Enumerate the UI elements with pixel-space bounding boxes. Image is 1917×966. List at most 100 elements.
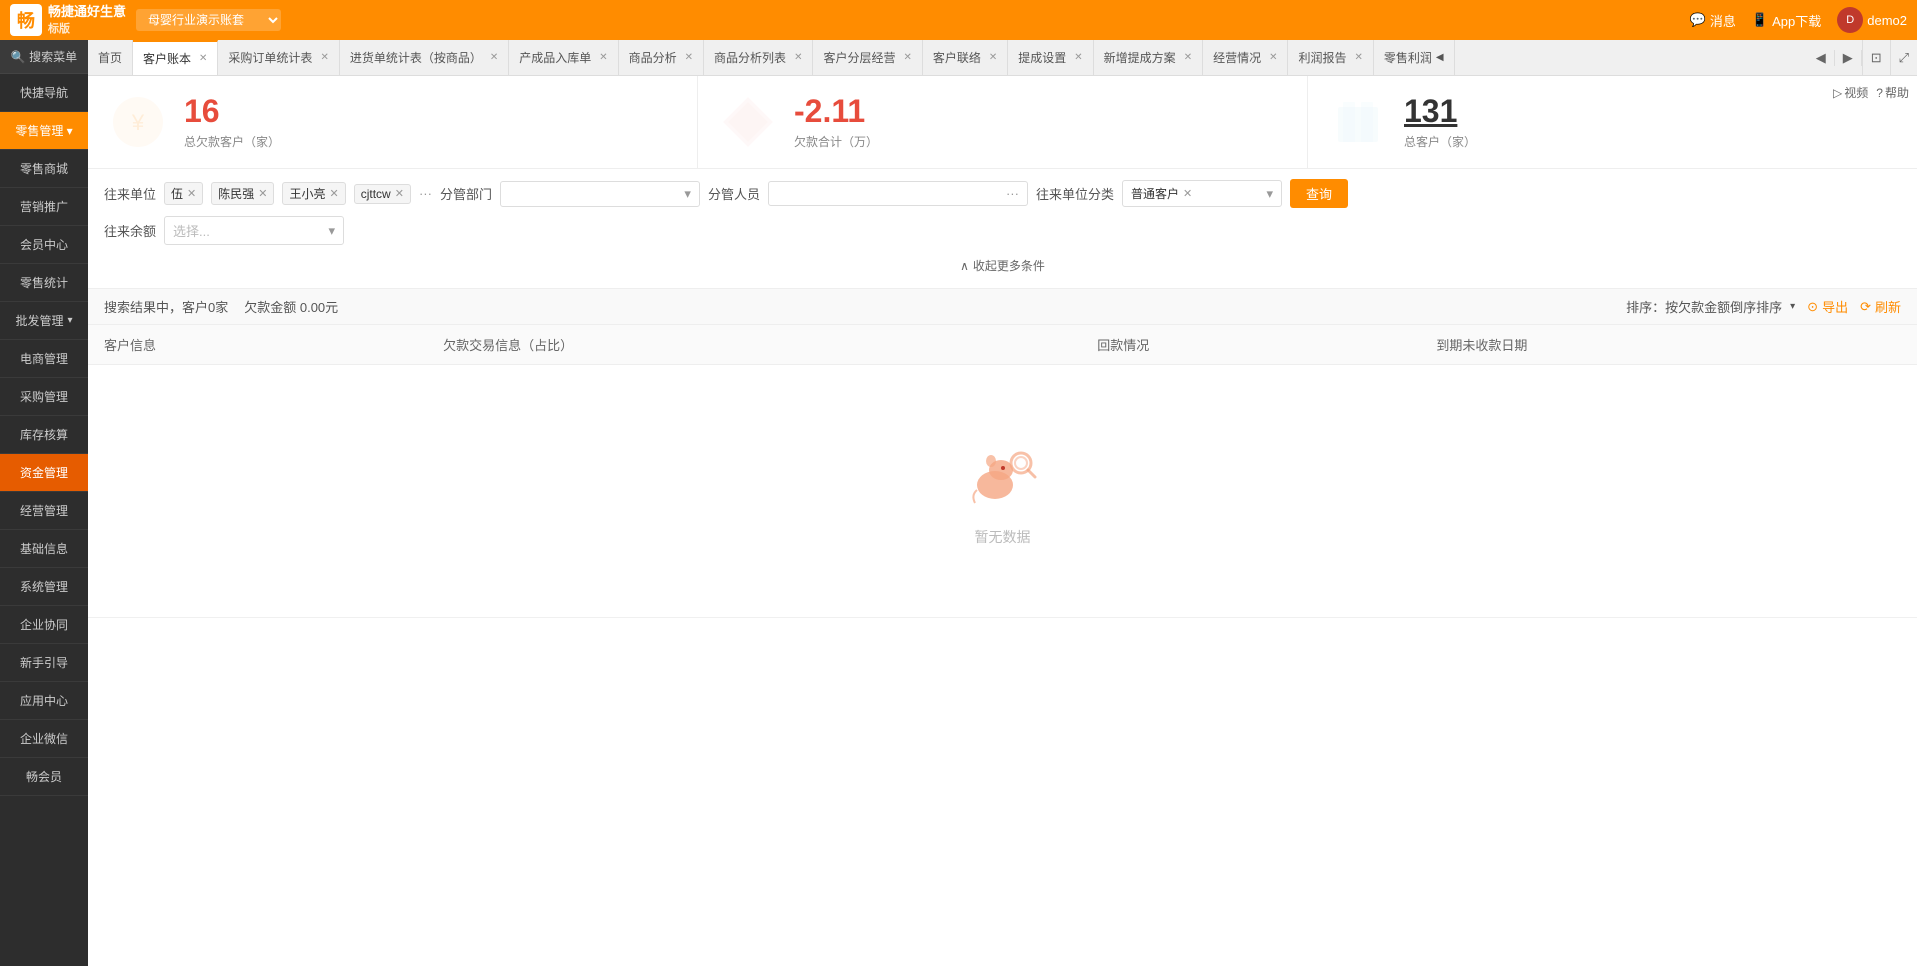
refresh-btn[interactable]: ⟳ 刷新 — [1860, 297, 1901, 316]
sidebar-item-basic-info[interactable]: 基础信息 — [0, 530, 88, 568]
coins-icon: ¥ — [108, 92, 168, 152]
tab-purchase-order[interactable]: 采购订单统计表 ✕ — [218, 40, 339, 75]
tab-fullscreen-btn[interactable]: ⤢ — [1890, 40, 1917, 75]
sort-select[interactable]: 排序：按欠款金额倒序排序 ▾ — [1626, 297, 1795, 316]
sidebar-item-finance[interactable]: 资金管理 — [0, 454, 88, 492]
app-download-btn[interactable]: 📱 App下载 — [1752, 11, 1821, 30]
help-btn[interactable]: ? 帮助 — [1876, 84, 1909, 101]
tab-goods-analysis[interactable]: 商品分析 ✕ — [619, 40, 704, 75]
sidebar-search[interactable]: 🔍 搜索菜单 — [0, 40, 88, 74]
tab-close-profit[interactable]: ✕ — [1355, 52, 1363, 63]
sidebar-item-batch[interactable]: 批发管理▾ — [0, 302, 88, 340]
message-btn[interactable]: 💬 消息 — [1690, 11, 1736, 30]
balance-select[interactable]: 选择... ▾ — [164, 216, 344, 245]
user-btn[interactable]: D demo2 — [1837, 7, 1907, 33]
diamond-icon — [718, 92, 778, 152]
tab-close-production[interactable]: ✕ — [599, 52, 607, 63]
sidebar-item-guide[interactable]: 新手引导 — [0, 644, 88, 682]
tab-retail-profit[interactable]: 零售利润 ◀ — [1374, 40, 1455, 75]
tab-profit-report[interactable]: 利润报告 ✕ — [1288, 40, 1373, 75]
sidebar-item-retail-stats[interactable]: 零售统计 — [0, 264, 88, 302]
tab-close-add-promote[interactable]: ✕ — [1184, 52, 1192, 63]
tab-customer-tier[interactable]: 客户分层经营 ✕ — [813, 40, 922, 75]
app-label: App下载 — [1772, 11, 1821, 30]
remove-wang-btn[interactable]: ✕ — [330, 187, 339, 200]
search-result-label: 搜索结果中，客户0家 — [104, 297, 228, 316]
tab-close-customer-tier[interactable]: ✕ — [903, 52, 911, 63]
sidebar-item-member[interactable]: 会员中心 — [0, 226, 88, 264]
tab-goods-list[interactable]: 商品分析列表 ✕ — [704, 40, 813, 75]
sidebar-item-app-center[interactable]: 应用中心 — [0, 682, 88, 720]
unit-type-arrow-icon: ▾ — [1266, 186, 1273, 202]
sidebar-item-marketing[interactable]: 营销推广 — [0, 188, 88, 226]
tab-close-goods-receipt[interactable]: ✕ — [490, 52, 498, 63]
balance-arrow-icon: ▾ — [328, 223, 335, 239]
person-dots-icon[interactable]: ··· — [1006, 186, 1019, 201]
remove-wu-btn[interactable]: ✕ — [187, 187, 196, 200]
remove-ordinary-btn[interactable]: ✕ — [1183, 187, 1192, 200]
collapse-btn[interactable]: ∧ 收起更多条件 — [952, 253, 1053, 278]
sort-label: 排序：按欠款金额倒序排序 — [1626, 297, 1782, 316]
tab-close-goods-analysis[interactable]: ✕ — [685, 52, 693, 63]
sidebar-item-enterprise[interactable]: 企业协同 — [0, 606, 88, 644]
filter-row-2: 往来余额 选择... ▾ — [104, 216, 1901, 245]
remove-cjttcw-btn[interactable]: ✕ — [395, 187, 404, 200]
sidebar-item-system[interactable]: 系统管理 — [0, 568, 88, 606]
stat-label-customers: 总欠款客户（家） — [184, 133, 280, 150]
tab-close-contact[interactable]: ✕ — [989, 52, 997, 63]
tab-close-goods-list[interactable]: ✕ — [794, 52, 802, 63]
empty-row: 暂无数据 — [88, 365, 1917, 618]
tab-close-operations[interactable]: ✕ — [1269, 52, 1277, 63]
logo-sub: 标版 — [48, 20, 126, 36]
empty-text: 暂无数据 — [975, 527, 1031, 547]
account-dropdown[interactable]: 母婴行业演示账套 — [136, 9, 281, 31]
tab-accounts-receivable[interactable]: 客户账本 ✕ — [133, 40, 218, 75]
data-table: 客户信息 欠款交易信息（占比） 回款情况 到期未收款日期 — [88, 325, 1917, 618]
stat-all-customers: 131 总客户（家） — [1308, 76, 1917, 168]
tab-close-accounts[interactable]: ✕ — [199, 53, 207, 64]
tab-prev-btn[interactable]: ◀ — [1808, 50, 1835, 66]
person-input[interactable]: ··· — [768, 181, 1028, 206]
unit-type-select[interactable]: 普通客户 ✕ ▾ — [1122, 180, 1282, 207]
stat-value-all: 131 — [1404, 94, 1476, 129]
video-help-btn[interactable]: ▷ 视频 — [1833, 84, 1868, 101]
tab-home-label: 首页 — [98, 49, 122, 66]
dept-arrow-icon: ▾ — [684, 186, 691, 202]
logo: 畅 畅捷通好生意 标版 — [10, 4, 126, 36]
sidebar-search-label: 搜索菜单 — [29, 50, 77, 64]
tab-home[interactable]: 首页 — [88, 40, 133, 75]
tab-actions: ◀ ▶ ⊡ ⤢ — [1808, 40, 1917, 75]
sidebar-item-retail-mall[interactable]: 零售商城 — [0, 150, 88, 188]
tab-restore-btn[interactable]: ⊡ — [1862, 40, 1890, 75]
remove-chen-btn[interactable]: ✕ — [258, 187, 267, 200]
sidebar-item-retail-mgmt[interactable]: 零售管理 ▾ — [0, 112, 88, 150]
sidebar-item-purchase[interactable]: 采购管理 — [0, 378, 88, 416]
sidebar-item-ecommerce[interactable]: 电商管理 — [0, 340, 88, 378]
sidebar-item-vip[interactable]: 畅会员 — [0, 758, 88, 796]
sidebar-item-quicknav[interactable]: 快捷导航 — [0, 74, 88, 112]
search-btn[interactable]: 查询 — [1290, 179, 1348, 208]
sidebar-item-operations[interactable]: 经营管理 — [0, 492, 88, 530]
tab-next-btn[interactable]: ▶ — [1835, 50, 1862, 66]
tab-promote-settings[interactable]: 提成设置 ✕ — [1008, 40, 1093, 75]
filter-more-btn[interactable]: ··· — [419, 186, 432, 201]
tab-goods-receipt[interactable]: 进货单统计表（按商品） ✕ — [340, 40, 509, 75]
tab-add-promote[interactable]: 新增提成方案 ✕ — [1094, 40, 1203, 75]
tab-nav-forward-icon: ◀ — [1436, 52, 1444, 63]
dept-select[interactable]: ▾ — [500, 181, 700, 207]
tab-production[interactable]: 产成品入库单 ✕ — [509, 40, 618, 75]
empty-icon — [963, 435, 1043, 515]
export-btn[interactable]: ⊙ 导出 — [1807, 297, 1848, 316]
stat-total-customers: ¥ 16 总欠款客户（家） — [88, 76, 698, 168]
sidebar-item-inventory[interactable]: 库存核算 — [0, 416, 88, 454]
debt-amount-label: 欠款金额 0.00元 — [244, 297, 338, 316]
collapse-label: 收起更多条件 — [973, 257, 1045, 274]
tab-customer-contact[interactable]: 客户联络 ✕ — [923, 40, 1008, 75]
balance-label: 往来余额 — [104, 221, 156, 240]
batch-arrow-icon: ▾ — [67, 315, 72, 326]
tab-accounts-label: 客户账本 — [143, 50, 191, 67]
tab-close-purchase[interactable]: ✕ — [320, 52, 328, 63]
sidebar-item-wx[interactable]: 企业微信 — [0, 720, 88, 758]
tab-operations[interactable]: 经营情况 ✕ — [1203, 40, 1288, 75]
tab-close-promote[interactable]: ✕ — [1074, 52, 1082, 63]
